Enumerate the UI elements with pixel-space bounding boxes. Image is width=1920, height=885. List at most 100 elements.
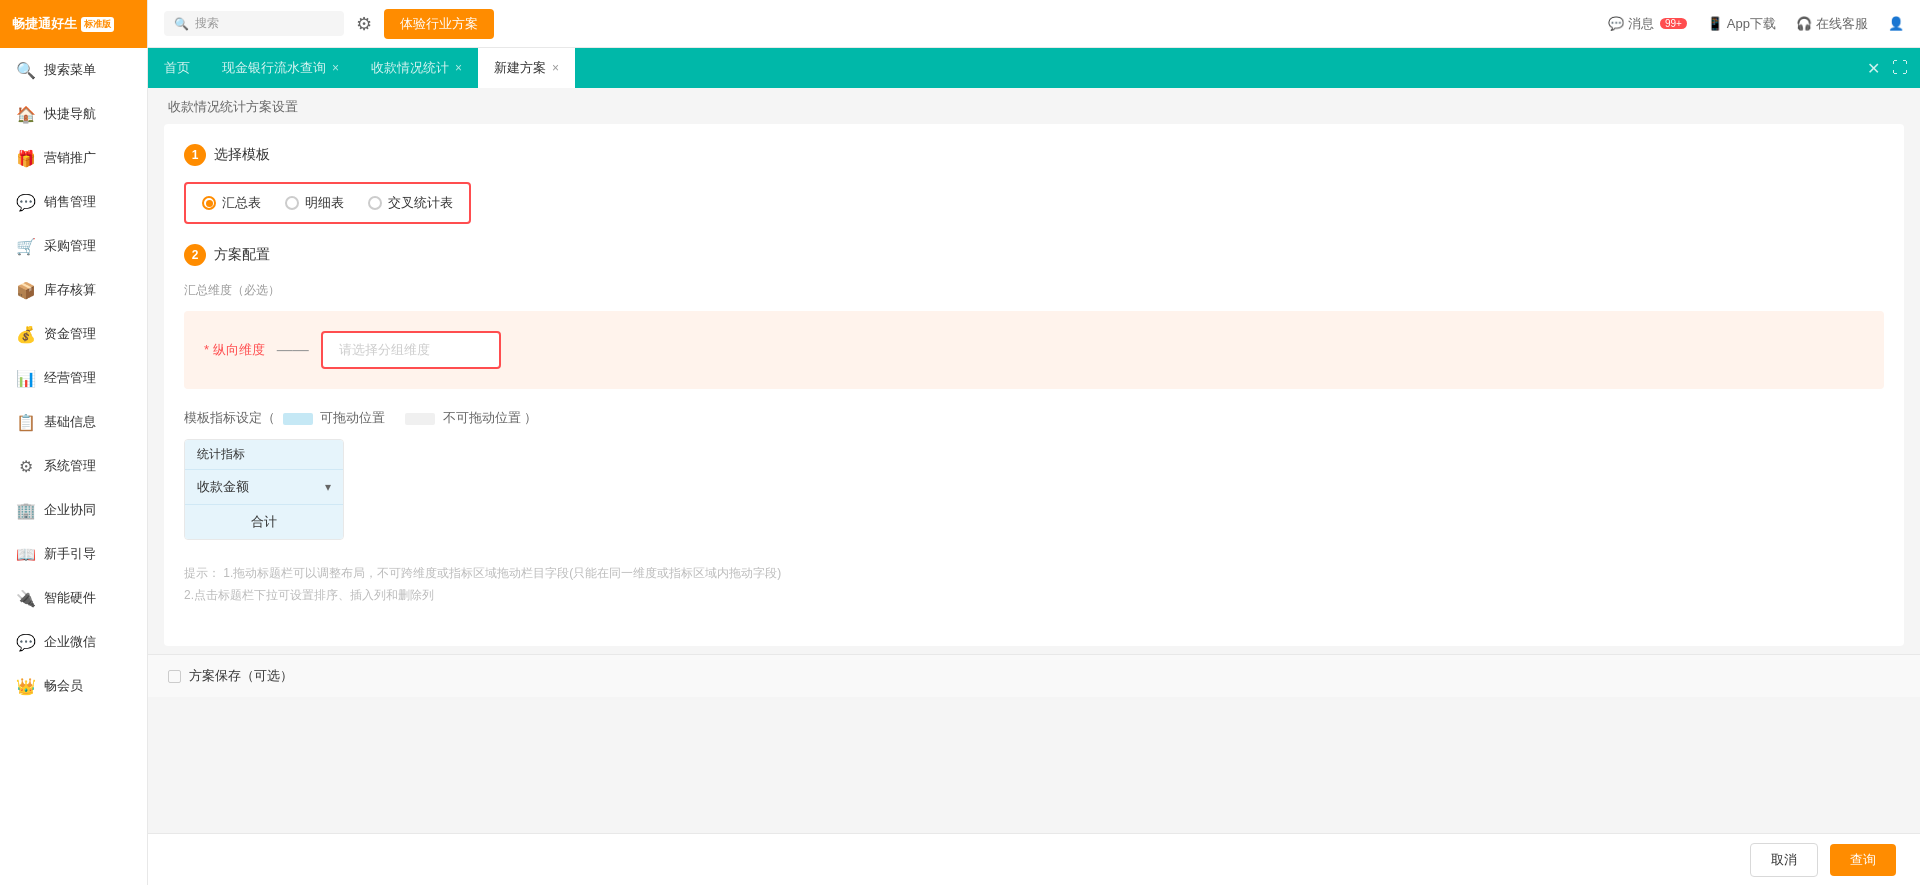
- sidebar-item-basic-info[interactable]: 📋 基础信息: [0, 400, 147, 444]
- message-button[interactable]: 💬 消息 99+: [1608, 15, 1687, 33]
- step2-number: 2: [184, 244, 206, 266]
- step1-header: 1 选择模板: [184, 144, 1884, 166]
- metrics-header: 模板指标设定（ 可拖动位置 不可拖动位置 ）: [184, 409, 1884, 427]
- sales-icon: 💬: [16, 193, 36, 212]
- sidebar-item-label: 采购管理: [44, 237, 96, 255]
- service-label: 在线客服: [1816, 15, 1868, 33]
- dimension-placeholder: 请选择分组维度: [339, 342, 430, 357]
- sidebar-item-search-menu[interactable]: 🔍 搜索菜单: [0, 48, 147, 92]
- sidebar-item-inventory[interactable]: 📦 库存核算: [0, 268, 147, 312]
- sidebar-item-operations[interactable]: 📊 经营管理: [0, 356, 147, 400]
- sidebar-item-purchase[interactable]: 🛒 采购管理: [0, 224, 147, 268]
- operations-icon: 📊: [16, 369, 36, 388]
- sidebar-item-label: 资金管理: [44, 325, 96, 343]
- user-avatar[interactable]: 👤: [1888, 16, 1904, 31]
- logo-edition: 标准版: [81, 17, 114, 32]
- sidebar-item-label: 企业微信: [44, 633, 96, 651]
- top-header: 🔍 搜索 ⚙ 体验行业方案 💬 消息 99+ 📱 App下载 🎧 在线客服 👤: [148, 0, 1920, 48]
- enterprise-collab-icon: 🏢: [16, 501, 36, 520]
- logo-brand: 畅捷通好生: [12, 16, 77, 32]
- sidebar-item-sales[interactable]: 💬 销售管理: [0, 180, 147, 224]
- sidebar-item-label: 搜索菜单: [44, 61, 96, 79]
- search-box[interactable]: 🔍 搜索: [164, 11, 344, 36]
- sidebar-logo: 畅捷通好生 标准版: [0, 0, 147, 48]
- search-icon: 🔍: [174, 17, 189, 31]
- save-checkbox[interactable]: [168, 670, 181, 683]
- tab-receipt-stats[interactable]: 收款情况统计 ×: [355, 48, 478, 88]
- sidebar-item-quick-nav[interactable]: 🏠 快捷导航: [0, 92, 147, 136]
- sidebar-item-member[interactable]: 👑 畅会员: [0, 664, 147, 708]
- action-bar: 取消 查询: [148, 833, 1920, 885]
- search-menu-icon: 🔍: [16, 61, 36, 80]
- tab-bank-flow-close[interactable]: ×: [332, 61, 339, 75]
- step1-number: 1: [184, 144, 206, 166]
- metrics-dropdown-icon[interactable]: ▾: [325, 480, 331, 494]
- metrics-header-suffix: ）: [524, 410, 537, 425]
- trial-button[interactable]: 体验行业方案: [384, 9, 494, 39]
- sidebar-item-system[interactable]: ⚙ 系统管理: [0, 444, 147, 488]
- sidebar-item-beginner-guide[interactable]: 📖 新手引导: [0, 532, 147, 576]
- step2-title: 方案配置: [214, 246, 270, 264]
- search-placeholder: 搜索: [195, 15, 219, 32]
- basic-info-icon: 📋: [16, 413, 36, 432]
- online-service-button[interactable]: 🎧 在线客服: [1796, 15, 1868, 33]
- sidebar-item-enterprise-collab[interactable]: 🏢 企业协同: [0, 488, 147, 532]
- settings-icon[interactable]: ⚙: [356, 13, 372, 35]
- sidebar-item-smart-hardware[interactable]: 🔌 智能硬件: [0, 576, 147, 620]
- radio-summary-label: 汇总表: [222, 194, 261, 212]
- tab-bank-flow-label: 现金银行流水查询: [222, 59, 326, 77]
- radio-summary[interactable]: 汇总表: [202, 194, 261, 212]
- query-button[interactable]: 查询: [1830, 844, 1896, 876]
- step1-section: 1 选择模板 汇总表 明细表 交叉统计表: [184, 144, 1884, 224]
- breadcrumb: 收款情况统计方案设置: [148, 88, 1920, 116]
- tab-bank-flow[interactable]: 现金银行流水查询 ×: [206, 48, 355, 88]
- vertical-dimension-label: 纵向维度: [204, 341, 265, 359]
- message-icon: 💬: [1608, 16, 1624, 31]
- smart-hardware-icon: 🔌: [16, 589, 36, 608]
- service-icon: 🎧: [1796, 16, 1812, 31]
- tab-new-plan-label: 新建方案: [494, 59, 546, 77]
- marketing-icon: 🎁: [16, 149, 36, 168]
- sidebar-item-finance[interactable]: 💰 资金管理: [0, 312, 147, 356]
- sidebar-item-label: 经营管理: [44, 369, 96, 387]
- dimension-select[interactable]: 请选择分组维度: [321, 331, 501, 369]
- radio-detail[interactable]: 明细表: [285, 194, 344, 212]
- cancel-button[interactable]: 取消: [1750, 843, 1818, 877]
- sidebar-item-label: 系统管理: [44, 457, 96, 475]
- radio-cross-circle: [368, 196, 382, 210]
- tab-maximize-icon[interactable]: ⛶: [1892, 59, 1908, 77]
- legend-draggable-label: 可拖动位置: [320, 410, 385, 425]
- sidebar-item-enterprise-wechat[interactable]: 💬 企业微信: [0, 620, 147, 664]
- tab-new-plan-close[interactable]: ×: [552, 61, 559, 75]
- metrics-header-text: 模板指标设定（: [184, 410, 275, 425]
- template-options: 汇总表 明细表 交叉统计表: [184, 182, 471, 224]
- sidebar-item-marketing[interactable]: 🎁 营销推广: [0, 136, 147, 180]
- inventory-icon: 📦: [16, 281, 36, 300]
- dimension-area: 纵向维度 —— 请选择分组维度: [184, 311, 1884, 389]
- sidebar-item-label: 库存核算: [44, 281, 96, 299]
- metrics-item-amount[interactable]: 收款金额 ▾: [185, 470, 343, 504]
- tab-receipt-stats-close[interactable]: ×: [455, 61, 462, 75]
- radio-cross[interactable]: 交叉统计表: [368, 194, 453, 212]
- tips-section: 提示： 1.拖动标题栏可以调整布局，不可跨维度或指标区域拖动栏目字段(只能在同一…: [184, 563, 1884, 606]
- save-option-section: 方案保存（可选）: [148, 654, 1920, 697]
- tab-home[interactable]: 首页: [148, 48, 206, 88]
- app-download-icon: 📱: [1707, 16, 1723, 31]
- enterprise-wechat-icon: 💬: [16, 633, 36, 652]
- message-badge: 99+: [1660, 18, 1687, 29]
- step2-section: 2 方案配置 汇总维度（必选） 纵向维度 —— 请选择分组维度: [184, 244, 1884, 606]
- metrics-subtotal: 合计: [185, 504, 343, 539]
- tab-close-all-icon[interactable]: ✕: [1867, 59, 1880, 78]
- radio-cross-label: 交叉统计表: [388, 194, 453, 212]
- app-download-button[interactable]: 📱 App下载: [1707, 15, 1776, 33]
- tab-receipt-stats-label: 收款情况统计: [371, 59, 449, 77]
- content-area: 收款情况统计方案设置 1 选择模板 汇总表 明细表: [148, 88, 1920, 885]
- dimension-row: 纵向维度 —— 请选择分组维度: [204, 331, 1864, 369]
- tab-bar-right: ✕ ⛶: [1867, 59, 1920, 78]
- message-label: 消息: [1628, 15, 1654, 33]
- tip-1: 提示： 1.拖动标题栏可以调整布局，不可跨维度或指标区域拖动栏目字段(只能在同一…: [184, 563, 1884, 585]
- sidebar-item-label: 快捷导航: [44, 105, 96, 123]
- sidebar-item-label: 企业协同: [44, 501, 96, 519]
- tab-new-plan[interactable]: 新建方案 ×: [478, 48, 575, 88]
- radio-summary-circle: [202, 196, 216, 210]
